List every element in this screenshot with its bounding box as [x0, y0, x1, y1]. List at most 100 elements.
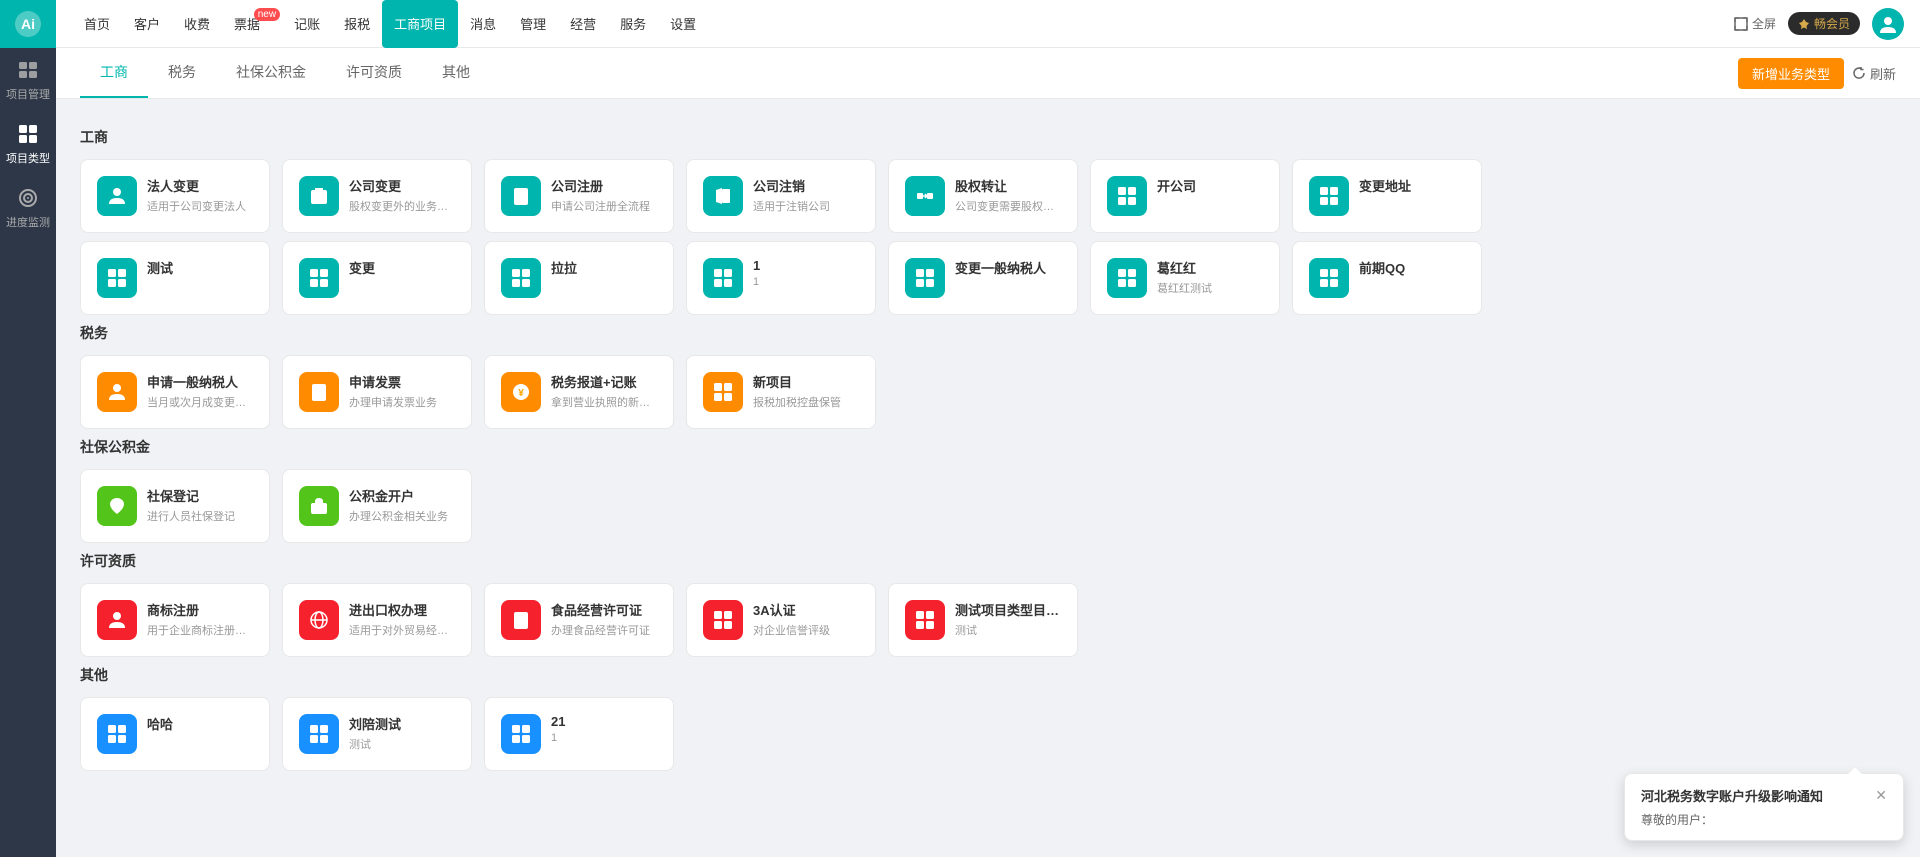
card-desc: 申请公司注册全流程: [551, 198, 657, 214]
company-reg-text: 公司注册 申请公司注册全流程: [551, 176, 657, 214]
card-apply-invoice[interactable]: 申请发票 办理申请发票业务: [282, 355, 472, 429]
notification-header: 河北税务数字账户升级影响通知 ✕: [1641, 786, 1887, 805]
sidebar: Ai 项目管理 项目类型: [0, 0, 56, 857]
card-title: 变更: [349, 258, 455, 277]
qiqi-text: 前期QQ: [1359, 258, 1465, 280]
content-area: 工商 法人变更 适用于公司变更法人 公司变更 股权变更外的业务变更: [56, 99, 1920, 799]
nav-home[interactable]: 首页: [72, 0, 122, 48]
equity-transfer-icon: [905, 176, 945, 216]
card-3a-cert[interactable]: 3A认证 对企业信誉评级: [686, 583, 876, 657]
tickets-badge: new: [254, 8, 280, 21]
card-title: 拉拉: [551, 258, 657, 277]
food-license-text: 食品经营许可证 办理食品经营许可证: [551, 600, 657, 638]
sidebar-item-progress[interactable]: 进度监测: [0, 176, 56, 240]
card-title: 食品经营许可证: [551, 600, 657, 619]
open-company-text: 开公司: [1157, 176, 1263, 198]
avatar[interactable]: [1872, 8, 1904, 40]
card-apply-taxpayer[interactable]: 申请一般纳税人 当月或次月成变更完成: [80, 355, 270, 429]
card-title: 哈哈: [147, 714, 253, 733]
card-company-change[interactable]: 公司变更 股权变更外的业务变更: [282, 159, 472, 233]
nav-settings[interactable]: 设置: [658, 0, 708, 48]
refresh-button[interactable]: 刷新: [1852, 64, 1896, 83]
twentyone-text: 21 1: [551, 714, 657, 744]
card-desc: 报税加税控盘保管: [753, 394, 859, 410]
nav-accounting[interactable]: 记账: [282, 0, 332, 48]
nav-manage[interactable]: 管理: [508, 0, 558, 48]
card-equity-transfer[interactable]: 股权转让 公司变更需要股权转让: [888, 159, 1078, 233]
section-social-title: 社保公积金: [80, 437, 1896, 457]
card-legal-change[interactable]: 法人变更 适用于公司变更法人: [80, 159, 270, 233]
card-desc: 1: [753, 276, 859, 288]
card-change-taxpayer[interactable]: 变更一般纳税人: [888, 241, 1078, 315]
tab-tax[interactable]: 税务: [148, 48, 216, 98]
card-food-license[interactable]: 食品经营许可证 办理食品经营许可证: [484, 583, 674, 657]
test-type-text: 测试项目类型目定义 测试: [955, 600, 1061, 638]
nav-message[interactable]: 消息: [458, 0, 508, 48]
progress-icon: [16, 186, 40, 210]
card-desc: 适用于对外贸易经营者: [349, 622, 455, 638]
card-one[interactable]: 1 1: [686, 241, 876, 315]
card-twentyone[interactable]: 21 1: [484, 697, 674, 771]
fullscreen-btn[interactable]: 全屏: [1734, 15, 1776, 32]
tab-other[interactable]: 其他: [422, 48, 490, 98]
card-lala[interactable]: 拉拉: [484, 241, 674, 315]
card-haha[interactable]: 哈哈: [80, 697, 270, 771]
card-change-address[interactable]: 变更地址: [1292, 159, 1482, 233]
vip-button[interactable]: 畅会员: [1788, 12, 1860, 35]
nav-bizproject[interactable]: 工商项目: [382, 0, 458, 48]
biz-cards-row2: 测试 变更 拉拉: [80, 241, 1896, 315]
tab-license[interactable]: 许可资质: [326, 48, 422, 98]
card-title: 股权转让: [955, 176, 1061, 195]
new-type-button[interactable]: 新增业务类型: [1738, 58, 1844, 89]
nav-service[interactable]: 服务: [608, 0, 658, 48]
card-test[interactable]: 测试: [80, 241, 270, 315]
card-title: 申请一般纳税人: [147, 372, 253, 391]
nav-operation[interactable]: 经营: [558, 0, 608, 48]
card-gehonghong[interactable]: 葛红红 葛红红测试: [1090, 241, 1280, 315]
card-desc: 股权变更外的业务变更: [349, 198, 455, 214]
notification-close-btn[interactable]: ✕: [1875, 787, 1887, 804]
change-address-icon: [1309, 176, 1349, 216]
nav-tickets[interactable]: 票据 new: [222, 0, 282, 48]
import-export-text: 进出口权办理 适用于对外贸易经营者: [349, 600, 455, 638]
card-company-cancel[interactable]: 公司注销 适用于注销公司: [686, 159, 876, 233]
card-social-reg[interactable]: 社保登记 进行人员社保登记: [80, 469, 270, 543]
card-desc: 用于企业商标注册服务: [147, 622, 253, 638]
card-provident-fund[interactable]: 公积金开户 办理公积金相关业务: [282, 469, 472, 543]
lala-icon: [501, 258, 541, 298]
svg-text:Ai: Ai: [21, 16, 35, 32]
card-tax-report[interactable]: ¥ 税务报道+记账 拿到营业执照的新公司: [484, 355, 674, 429]
sidebar-item-project-type[interactable]: 项目类型: [0, 112, 56, 176]
card-open-company[interactable]: 开公司: [1090, 159, 1280, 233]
section-tax-title: 税务: [80, 323, 1896, 343]
card-title: 公司注册: [551, 176, 657, 195]
sidebar-item-project-mgmt[interactable]: 项目管理: [0, 48, 56, 112]
card-trademark[interactable]: 商标注册 用于企业商标注册服务: [80, 583, 270, 657]
card-desc: 公司变更需要股权转让: [955, 198, 1061, 214]
change-icon: [299, 258, 339, 298]
card-qiqi[interactable]: 前期QQ: [1292, 241, 1482, 315]
card-desc: 葛红红测试: [1157, 280, 1263, 296]
svg-text:¥: ¥: [518, 388, 524, 399]
card-import-export[interactable]: 进出口权办理 适用于对外贸易经营者: [282, 583, 472, 657]
card-desc: 办理申请发票业务: [349, 394, 455, 410]
one-icon: [703, 258, 743, 298]
card-title: 3A认证: [753, 600, 859, 619]
gehonghong-text: 葛红红 葛红红测试: [1157, 258, 1263, 296]
sidebar-logo[interactable]: Ai: [0, 0, 56, 48]
card-company-reg[interactable]: 公司注册 申请公司注册全流程: [484, 159, 674, 233]
nav-client[interactable]: 客户: [122, 0, 172, 48]
nav-tax[interactable]: 报税: [332, 0, 382, 48]
provident-fund-text: 公积金开户 办理公积金相关业务: [349, 486, 455, 524]
nav-billing[interactable]: 收费: [172, 0, 222, 48]
change-taxpayer-text: 变更一般纳税人: [955, 258, 1061, 280]
card-title: 1: [753, 258, 859, 273]
card-new-project[interactable]: 新项目 报税加税控盘保管: [686, 355, 876, 429]
card-liupei[interactable]: 刘陪测试 测试: [282, 697, 472, 771]
card-change[interactable]: 变更: [282, 241, 472, 315]
card-title: 法人变更: [147, 176, 253, 195]
tab-social[interactable]: 社保公积金: [216, 48, 326, 98]
sidebar-item-label: 项目类型: [6, 150, 50, 166]
card-test-type[interactable]: 测试项目类型目定义 测试: [888, 583, 1078, 657]
tab-biz[interactable]: 工商: [80, 48, 148, 98]
